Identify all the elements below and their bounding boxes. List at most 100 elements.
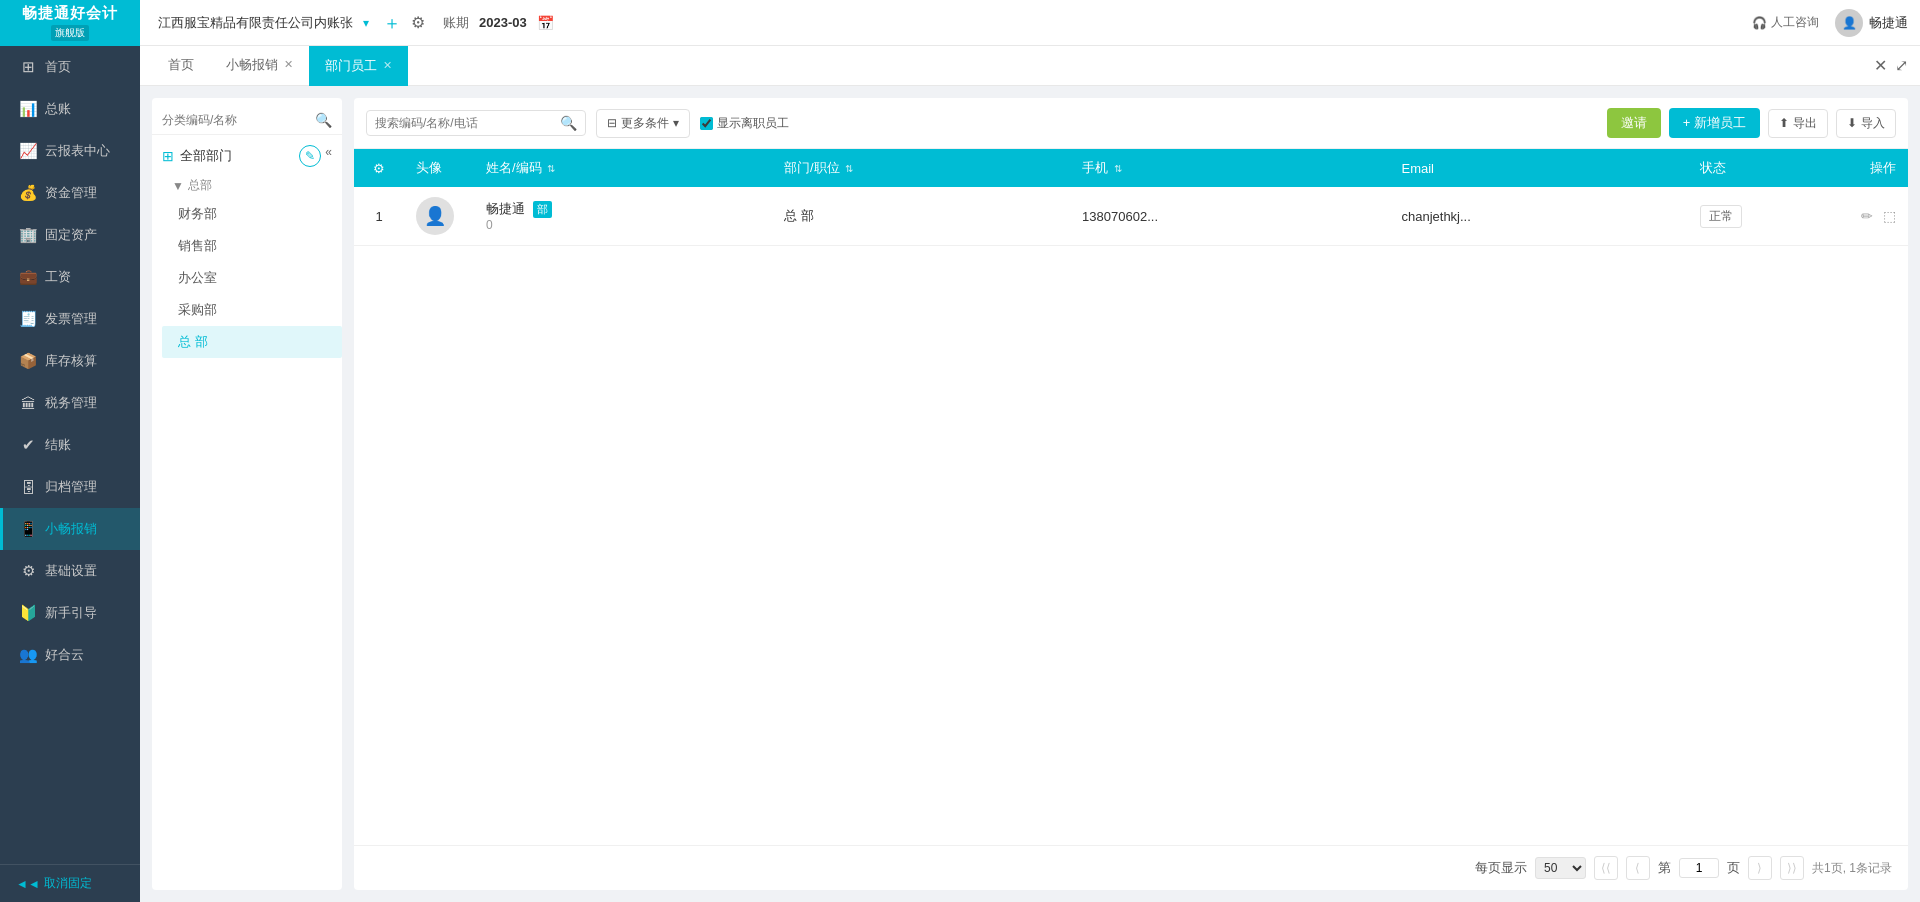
- employee-table: ⚙ 头像 姓名/编码 ⇅ 部门/职位 ⇅ 手机 ⇅ Email 状态 操作: [354, 149, 1908, 246]
- edit-employee-icon[interactable]: ✏: [1861, 208, 1873, 224]
- sidebar-item-home[interactable]: ⊞ 首页: [0, 46, 140, 88]
- tab-xiaochang-label: 小畅报销: [226, 56, 278, 74]
- filter-button[interactable]: ⊟ 更多条件 ▾: [596, 109, 690, 138]
- delete-employee-icon[interactable]: ⬚: [1883, 208, 1896, 224]
- import-button[interactable]: ⬇ 导入: [1836, 109, 1896, 138]
- tab-dept-emp-close[interactable]: ✕: [383, 59, 392, 72]
- xiaochang-icon: 📱: [19, 520, 37, 538]
- filter-arrow-icon: ▾: [673, 116, 679, 130]
- sidebar-item-archive[interactable]: 🗄 归档管理: [0, 466, 140, 508]
- dept-edit-icon[interactable]: ✎: [299, 145, 321, 167]
- per-page-select[interactable]: 50 10 20 100: [1535, 857, 1586, 879]
- per-page-label: 每页显示: [1475, 859, 1527, 877]
- emp-search-input[interactable]: [375, 116, 556, 130]
- reports-icon: 📈: [19, 142, 37, 160]
- tab-home[interactable]: 首页: [152, 46, 210, 86]
- dept-item-sales[interactable]: 销售部: [162, 230, 342, 262]
- sidebar-label-xiaochang: 小畅报销: [45, 520, 97, 538]
- settings-icon[interactable]: ⚙: [411, 13, 425, 32]
- tab-xiaochang[interactable]: 小畅报销 ✕: [210, 46, 309, 86]
- period-value[interactable]: 2023-03: [479, 15, 527, 30]
- sidebar-label-fixed-assets: 固定资产: [45, 226, 97, 244]
- company-name[interactable]: 江西服宝精品有限责任公司内账张: [158, 14, 353, 32]
- checkout-icon: ✔: [19, 436, 37, 454]
- sidebar-item-fixed-assets[interactable]: 🏢 固定资产: [0, 214, 140, 256]
- tab-close-window-icon[interactable]: ✕: [1874, 56, 1887, 75]
- calendar-icon[interactable]: 📅: [537, 15, 554, 31]
- th-phone[interactable]: 手机 ⇅: [1070, 149, 1389, 187]
- prev-page-button[interactable]: ⟨: [1626, 856, 1650, 880]
- cancel-pin-button[interactable]: ◄◄ 取消固定: [0, 864, 140, 902]
- dept-item-finance[interactable]: 财务部: [162, 198, 342, 230]
- user-area[interactable]: 👤 畅捷通: [1835, 9, 1908, 37]
- sidebar-label-reports: 云报表中心: [45, 142, 110, 160]
- dept-item-general[interactable]: 总 部: [162, 326, 342, 358]
- fixed-assets-icon: 🏢: [19, 226, 37, 244]
- first-page-button[interactable]: ⟨⟨: [1594, 856, 1618, 880]
- sidebar-item-guide[interactable]: 🔰 新手引导: [0, 592, 140, 634]
- employee-code: 0: [486, 218, 760, 232]
- company-dropdown-icon[interactable]: ▾: [363, 16, 369, 30]
- add-company-button[interactable]: ＋: [383, 11, 401, 35]
- cell-name: 畅捷通 部 0: [474, 187, 772, 246]
- dept-collapse-icon[interactable]: «: [325, 145, 332, 167]
- add-employee-button[interactable]: + 新增员工: [1669, 108, 1760, 138]
- all-dept-label: 全部部门: [180, 147, 293, 165]
- tab-dept-emp-label: 部门员工: [325, 57, 377, 75]
- cell-email: chanjethkj...: [1389, 187, 1688, 246]
- coop-icon: 👥: [19, 646, 37, 664]
- employee-panel: 🔍 ⊟ 更多条件 ▾ 显示离职员工 邀请 + 新增员工: [354, 98, 1908, 890]
- cell-dept: 总 部: [772, 187, 1070, 246]
- sort-name-icon: ⇅: [547, 163, 555, 174]
- show-resigned-label[interactable]: 显示离职员工: [700, 115, 789, 132]
- tab-home-label: 首页: [168, 56, 194, 74]
- logo-sub: 旗舰版: [51, 25, 89, 41]
- sidebar-item-assets-mgmt[interactable]: 💰 资金管理: [0, 172, 140, 214]
- sidebar-item-wages[interactable]: 💼 工资: [0, 256, 140, 298]
- show-resigned-text: 显示离职员工: [717, 115, 789, 132]
- emp-search-icon[interactable]: 🔍: [560, 115, 577, 131]
- invite-button[interactable]: 邀请: [1607, 108, 1661, 138]
- sidebar-item-invoice[interactable]: 🧾 发票管理: [0, 298, 140, 340]
- sidebar-item-ledger[interactable]: 📊 总账: [0, 88, 140, 130]
- sidebar: ⊞ 首页 📊 总账 📈 云报表中心 💰 资金管理 🏢 固定资产 💼 工资 🧾 发…: [0, 46, 140, 902]
- import-label: 导入: [1861, 115, 1885, 132]
- header-right: 🎧 人工咨询 👤 畅捷通: [1752, 9, 1908, 37]
- sidebar-label-assets-mgmt: 资金管理: [45, 184, 97, 202]
- show-resigned-checkbox[interactable]: [700, 117, 713, 130]
- tab-dept-emp[interactable]: 部门员工 ✕: [309, 46, 408, 86]
- sidebar-item-checkout[interactable]: ✔ 结账: [0, 424, 140, 466]
- content-area: 首页 小畅报销 ✕ 部门员工 ✕ ✕ ⤢ 🔍: [140, 46, 1920, 902]
- th-dept[interactable]: 部门/职位 ⇅: [772, 149, 1070, 187]
- sidebar-item-tax[interactable]: 🏛 税务管理: [0, 382, 140, 424]
- pin-left-icon: ◄◄: [16, 877, 40, 891]
- th-name[interactable]: 姓名/编码 ⇅: [474, 149, 772, 187]
- next-page-button[interactable]: ⟩: [1748, 856, 1772, 880]
- th-settings[interactable]: ⚙: [354, 149, 404, 187]
- filter-label: 更多条件: [621, 115, 669, 132]
- sidebar-item-reports[interactable]: 📈 云报表中心: [0, 130, 140, 172]
- sidebar-item-coop[interactable]: 👥 好合云: [0, 634, 140, 676]
- status-badge: 正常: [1700, 205, 1742, 228]
- dept-search-icon[interactable]: 🔍: [315, 112, 332, 128]
- sidebar-label-inventory: 库存核算: [45, 352, 97, 370]
- sidebar-item-xiaochang[interactable]: 📱 小畅报销: [0, 508, 140, 550]
- export-button[interactable]: ⬆ 导出: [1768, 109, 1828, 138]
- page-input[interactable]: [1679, 858, 1719, 878]
- tab-expand-icon[interactable]: ⤢: [1895, 56, 1908, 75]
- tab-bar: 首页 小畅报销 ✕ 部门员工 ✕ ✕ ⤢: [140, 46, 1920, 86]
- cell-avatar: 👤: [404, 187, 474, 246]
- sidebar-item-inventory[interactable]: 📦 库存核算: [0, 340, 140, 382]
- dept-tree: ▼ 总部 财务部 销售部 办公室 采购部 总 部: [152, 173, 342, 358]
- dept-item-purchase[interactable]: 采购部: [162, 294, 342, 326]
- all-dept-header[interactable]: ⊞ 全部部门 ✎ «: [152, 139, 342, 173]
- dept-item-office[interactable]: 办公室: [162, 262, 342, 294]
- sidebar-item-basic-settings[interactable]: ⚙ 基础设置: [0, 550, 140, 592]
- cell-status: 正常: [1688, 187, 1808, 246]
- dept-parent-label: ▼ 总部: [162, 173, 342, 198]
- headset-icon: 🎧: [1752, 16, 1767, 30]
- last-page-button[interactable]: ⟩⟩: [1780, 856, 1804, 880]
- tab-xiaochang-close[interactable]: ✕: [284, 58, 293, 71]
- dept-search-input[interactable]: [162, 113, 315, 127]
- service-button[interactable]: 🎧 人工咨询: [1752, 14, 1819, 31]
